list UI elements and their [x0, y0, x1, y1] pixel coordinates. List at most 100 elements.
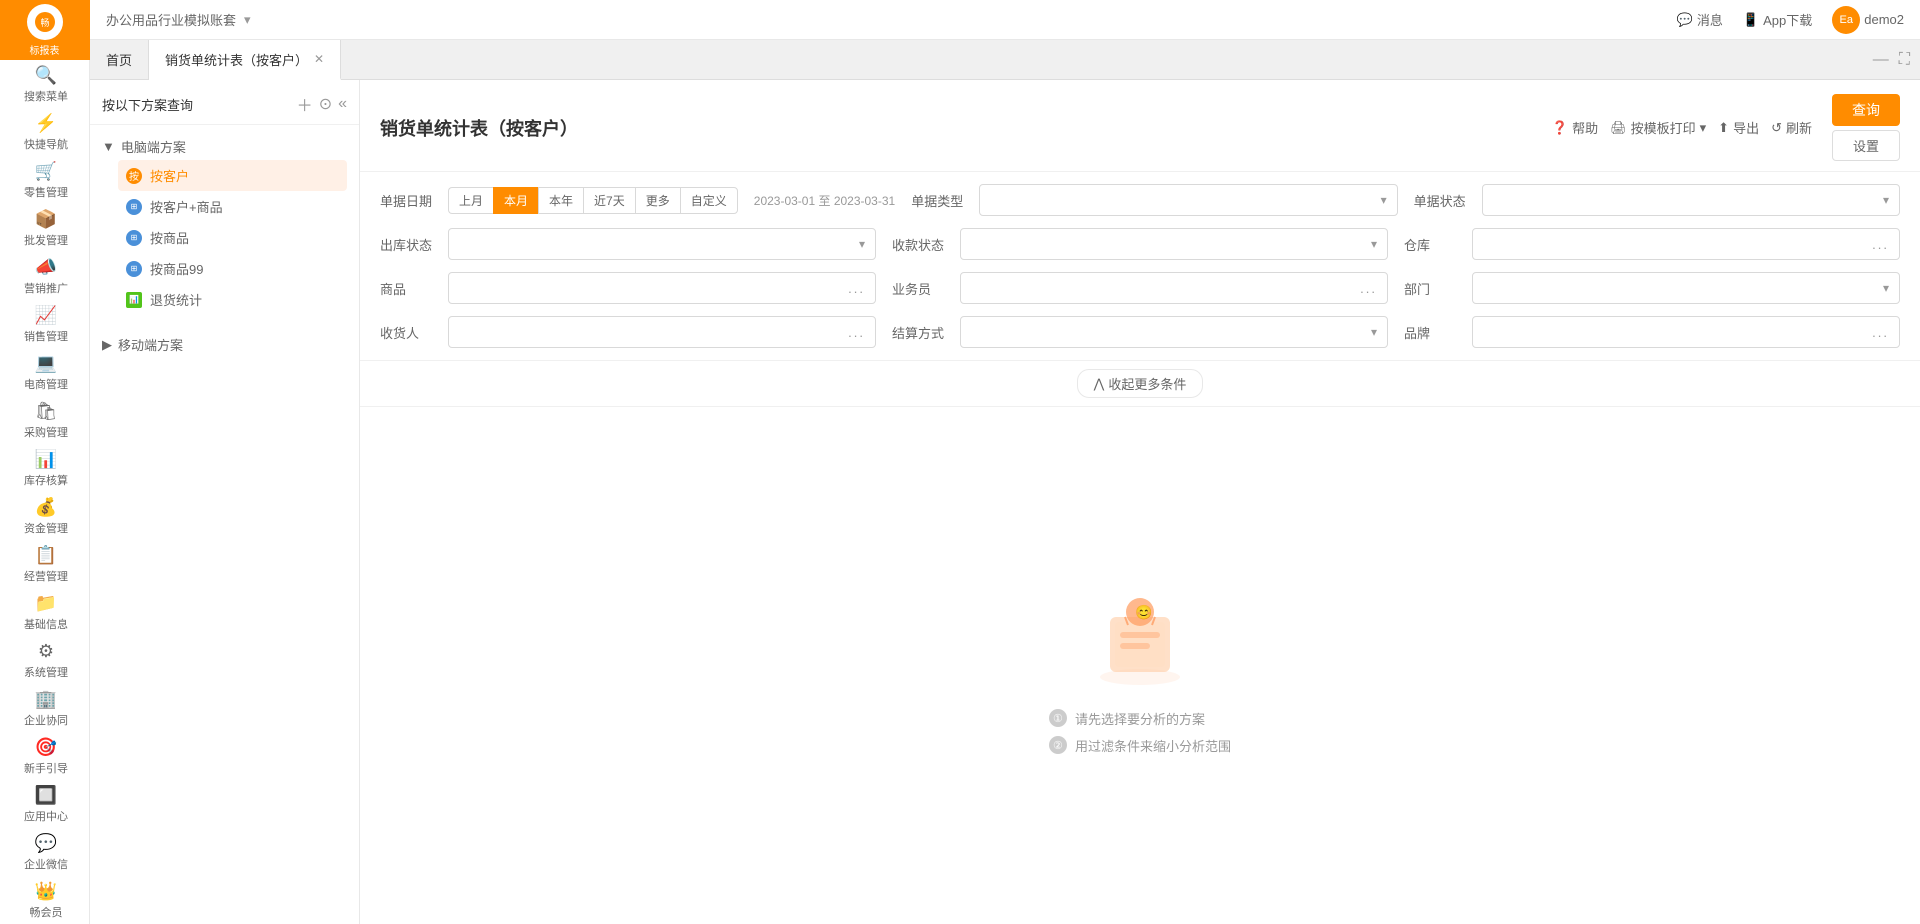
payment-status-arrow-icon: ▾: [1371, 237, 1377, 251]
scheme-header-actions: ＋ ⊙ «: [297, 92, 347, 116]
scheme-item-icon-by-customer-product: ⊞: [126, 199, 142, 215]
sidebar-item-wholesale[interactable]: 📦 批发管理: [0, 204, 90, 252]
product-input[interactable]: ...: [448, 272, 876, 304]
export-btn[interactable]: ⬆ 导出: [1718, 118, 1759, 137]
order-type-select[interactable]: ▾: [979, 184, 1397, 216]
scheme-category-mobile-title[interactable]: ▶ 移动端方案: [102, 331, 347, 358]
purchase-icon: 🛍: [35, 401, 58, 422]
username: demo2: [1864, 12, 1904, 27]
department-arrow-icon: ▾: [1883, 281, 1889, 295]
sidebar-item-purchase[interactable]: 🛍 采购管理: [0, 396, 90, 444]
tab-home[interactable]: 首页: [90, 40, 149, 79]
sidebar-label-purchase: 采购管理: [24, 424, 68, 440]
order-status-select[interactable]: ▾: [1482, 184, 1900, 216]
scheme-item-by-customer[interactable]: 按 按客户: [118, 160, 347, 191]
sidebar-item-inventory[interactable]: 📊 库存核算: [0, 444, 90, 492]
collapse-bar: ⋀ 收起更多条件: [360, 361, 1920, 407]
warehouse-label: 仓库: [1404, 235, 1464, 254]
scheme-item-by-customer-product[interactable]: ⊞ 按客户+商品: [118, 191, 347, 222]
tab-close-icon[interactable]: ✕: [314, 52, 324, 66]
sidebar-label-operations: 经营管理: [24, 568, 68, 584]
scheme-category-desktop-title[interactable]: ▼ 电脑端方案: [102, 133, 347, 160]
payment-method-label: 结算方式: [892, 323, 952, 342]
salesperson-input[interactable]: ...: [960, 272, 1388, 304]
sidebar-item-ecommerce[interactable]: 💻 电商管理: [0, 348, 90, 396]
scheme-item-label-by-product-99: 按商品99: [150, 259, 203, 278]
sidebar-label-system: 系统管理: [24, 664, 68, 680]
tab-sales-stat[interactable]: 销货单统计表（按客户） ✕: [149, 40, 341, 80]
sidebar-item-wechat[interactable]: 💬 企业微信: [0, 828, 90, 876]
scheme-settings-icon[interactable]: ⊙: [319, 94, 332, 114]
empty-illustration: 😊: [1080, 577, 1200, 697]
app-download-btn[interactable]: 📱 App下载: [1743, 10, 1812, 29]
empty-hints: ① 请先选择要分析的方案 ② 用过滤条件来缩小分析范围: [1049, 709, 1231, 755]
product-label: 商品: [380, 279, 440, 298]
sidebar-item-appstore[interactable]: 🔲 应用中心: [0, 780, 90, 828]
department-select[interactable]: ▾: [1472, 272, 1900, 304]
sidebar-item-member[interactable]: 👑 畅会员: [0, 876, 90, 924]
sidebar-item-guide[interactable]: 🎯 新手引导: [0, 732, 90, 780]
sidebar-item-operations[interactable]: 📋 经营管理: [0, 540, 90, 588]
out-status-select[interactable]: ▾: [448, 228, 876, 260]
order-type-label: 单据类型: [911, 191, 971, 210]
print-btn[interactable]: 🖨 按模板打印 ▾: [1610, 118, 1706, 137]
date-btn-custom[interactable]: 自定义: [680, 187, 738, 214]
right-panel: 销货单统计表（按客户） ❓ 帮助 🖨 按模板打印 ▾ ⬆ 导出: [360, 80, 1920, 924]
sidebar-item-search[interactable]: 🔍 搜索菜单: [0, 60, 90, 108]
guide-icon: 🎯: [35, 737, 57, 758]
scheme-item-label-by-product: 按商品: [150, 228, 189, 247]
sidebar-label-ecommerce: 电商管理: [24, 376, 68, 392]
sidebar-item-basic[interactable]: 📁 基础信息: [0, 588, 90, 636]
sidebar-item-marketing[interactable]: 📣 营销推广: [0, 252, 90, 300]
sidebar-label-search: 搜索菜单: [24, 88, 68, 104]
scheme-item-label-by-customer-product: 按客户+商品: [150, 197, 223, 216]
sidebar-item-system[interactable]: ⚙ 系统管理: [0, 636, 90, 684]
date-btn-more[interactable]: 更多: [635, 187, 680, 214]
filter-salesperson: 业务员 ...: [892, 272, 1388, 304]
breadcrumb: 办公用品行业模拟账套: [106, 10, 236, 29]
scheme-item-return-stats[interactable]: 📊 退货统计: [118, 284, 347, 315]
date-btn-7days[interactable]: 近7天: [583, 187, 635, 214]
tab-actions: — ⛶: [1863, 40, 1920, 79]
sidebar-item-finance[interactable]: 💰 资金管理: [0, 492, 90, 540]
top-header: 办公用品行业模拟账套 ▾ 💬 消息 📱 App下载 Ea demo2: [90, 0, 1920, 40]
sidebar-item-sales[interactable]: 📈 销售管理: [0, 300, 90, 348]
scheme-item-icon-by-product: ⊞: [126, 230, 142, 246]
filter-warehouse: 仓库 ...: [1404, 228, 1900, 260]
scheme-item-by-product[interactable]: ⊞ 按商品: [118, 222, 347, 253]
warehouse-input[interactable]: ...: [1472, 228, 1900, 260]
tab-sales-stat-label: 销货单统计表（按客户）: [165, 50, 308, 69]
filter-product: 商品 ...: [380, 272, 876, 304]
tab-expand-icon[interactable]: ⛶: [1899, 51, 1910, 69]
payment-method-select[interactable]: ▾: [960, 316, 1388, 348]
quick-nav-icon: ⚡: [35, 113, 57, 134]
filter-department: 部门 ▾: [1404, 272, 1900, 304]
date-btn-this-month[interactable]: 本月: [493, 187, 538, 214]
scheme-collapse-icon[interactable]: «: [338, 95, 347, 113]
appstore-icon: 🔲: [35, 785, 57, 806]
recipient-input[interactable]: ...: [448, 316, 876, 348]
payment-status-select[interactable]: ▾: [960, 228, 1388, 260]
brand-input[interactable]: ...: [1472, 316, 1900, 348]
help-btn[interactable]: ❓ 帮助: [1552, 118, 1598, 137]
date-btn-last-month[interactable]: 上月: [448, 187, 493, 214]
scheme-add-icon[interactable]: ＋: [297, 92, 313, 116]
sidebar-logo[interactable]: 畅 标报表: [0, 0, 90, 60]
date-btn-this-year[interactable]: 本年: [538, 187, 583, 214]
user-profile[interactable]: Ea demo2: [1832, 6, 1904, 34]
collapse-up-icon: ⋀: [1094, 376, 1105, 392]
query-button[interactable]: 查询: [1832, 94, 1900, 126]
breadcrumb-dropdown-icon[interactable]: ▾: [244, 12, 251, 28]
sidebar-item-retail[interactable]: 🛒 零售管理: [0, 156, 90, 204]
message-btn[interactable]: 💬 消息: [1677, 10, 1723, 29]
tab-minimize-icon[interactable]: —: [1873, 51, 1889, 69]
settings-button[interactable]: 设置: [1832, 130, 1900, 161]
hint-num-1: ①: [1049, 709, 1067, 727]
scheme-item-by-product-99[interactable]: ⊞ 按商品99: [118, 253, 347, 284]
out-status-label: 出库状态: [380, 235, 440, 254]
collapse-button[interactable]: ⋀ 收起更多条件: [1077, 369, 1204, 398]
sidebar-item-quick-nav[interactable]: ⚡ 快捷导航: [0, 108, 90, 156]
refresh-btn[interactable]: ↺ 刷新: [1771, 118, 1812, 137]
out-status-arrow-icon: ▾: [859, 237, 865, 251]
sidebar-item-enterprise[interactable]: 🏢 企业协同: [0, 684, 90, 732]
